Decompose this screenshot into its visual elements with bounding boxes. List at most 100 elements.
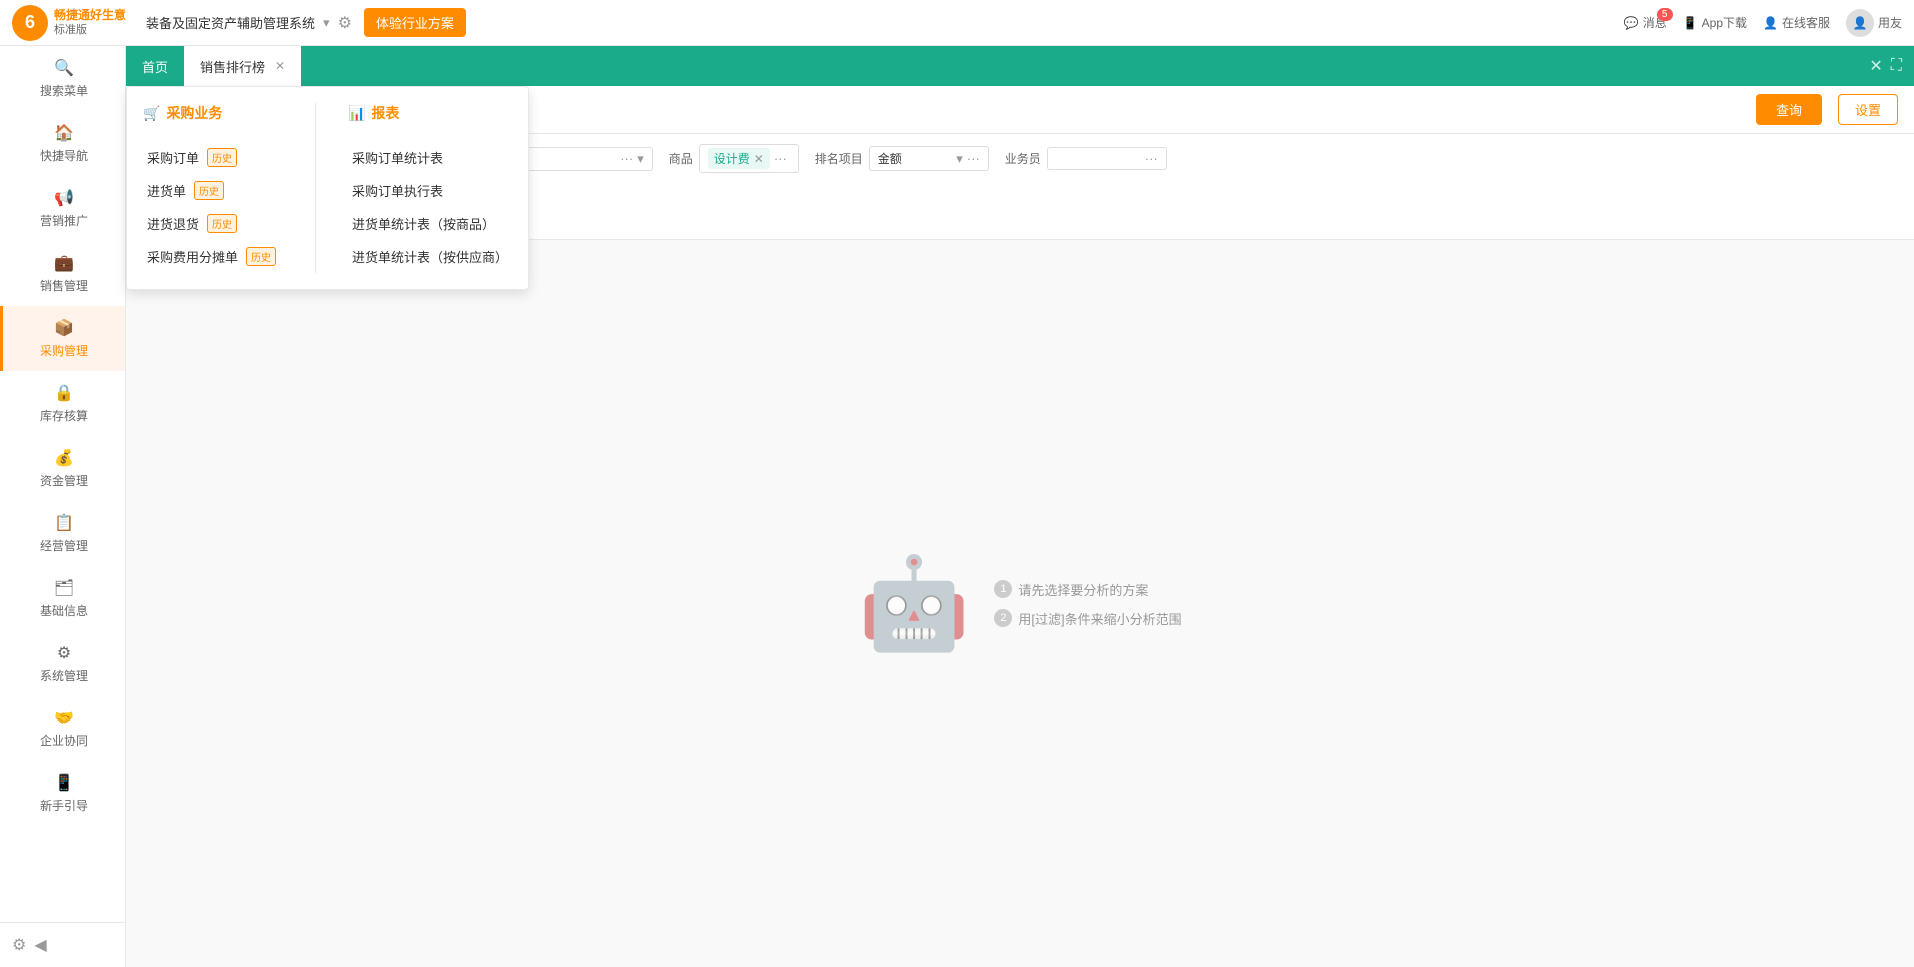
logo-icon: 6 (12, 5, 48, 41)
hist-badge-3: 历史 (246, 247, 276, 266)
sidebar-item-inventory[interactable]: 🔒 库存核算 (0, 371, 125, 436)
menu-item-purchase-order[interactable]: 采购订单 历史 (143, 141, 283, 174)
message-icon: 💬 (1624, 16, 1639, 30)
empty-state: 🤖 1 请先选择要分析的方案 2 用[过滤]条件来缩小分析范围 (858, 551, 1181, 656)
system-title: 装备及固定资产辅助管理系统 (146, 13, 315, 32)
purchase-section-icon: 🛒 (143, 105, 160, 122)
salesman-dots[interactable]: ··· (1145, 151, 1158, 166)
messages-badge: 5 (1657, 8, 1673, 21)
business-icon: 📋 (54, 513, 74, 533)
service-icon: 👤 (1763, 16, 1778, 30)
hint-1: 1 请先选择要分析的方案 (994, 580, 1181, 599)
sidebar-label-finance: 资金管理 (40, 472, 88, 489)
user-item[interactable]: 👤 用友 (1846, 9, 1902, 37)
logo-area: 6 畅捷通好生意 标准版 (12, 5, 126, 41)
sidebar-label-sales: 销售管理 (40, 277, 88, 294)
goods-tag-close[interactable]: ✕ (754, 152, 764, 166)
rank-value: 金额 (878, 150, 952, 167)
avatar: 👤 (1846, 9, 1874, 37)
logo-text: 畅捷通好生意 标准版 (54, 8, 126, 38)
goods-tag: 设计费 ✕ (708, 148, 770, 169)
doc-status-dropdown-icon[interactable]: ▾ (637, 151, 644, 167)
sidebar-item-enterprise[interactable]: 🤝 企业协同 (0, 696, 125, 761)
sidebar-label-enterprise: 企业协同 (40, 732, 88, 749)
hint-num-2: 2 (994, 609, 1012, 627)
top-bar-right: 💬 消息 5 📱 App下载 👤 在线客服 👤 用友 (1624, 9, 1902, 37)
report-section-title: 📊 报表 (348, 103, 512, 129)
purchase-section: 🛒 采购业务 采购订单 历史 进货单 历史 进货退货 历史 采购费用分摊单 历史 (143, 103, 283, 273)
tab-bar: 首页 销售排行榜 ✕ ✕ ⛶ (126, 46, 1914, 86)
marketing-icon: 📢 (54, 188, 74, 208)
sidebar-item-sales[interactable]: 💼 销售管理 (0, 241, 125, 306)
menu-item-order-summary[interactable]: 采购订单统计表 (348, 141, 512, 174)
rank-filter: 排名项目 金额 ▾ ··· (815, 146, 989, 171)
sidebar-item-basic[interactable]: 🗂 基础信息 (0, 566, 125, 631)
settings-button[interactable]: 设置 (1838, 94, 1898, 125)
sidebar-label-search: 搜索菜单 (40, 82, 88, 99)
sidebar-label-marketing: 营销推广 (40, 212, 88, 229)
doc-status-dots[interactable]: ··· (620, 151, 633, 166)
empty-illustration: 🤖 (858, 551, 970, 656)
tab-sales-rank[interactable]: 销售排行榜 ✕ (184, 46, 301, 86)
top-bar: 6 畅捷通好生意 标准版 装备及固定资产辅助管理系统 ▾ ⚙ 体验行业方案 💬 … (0, 0, 1914, 46)
menu-item-goods-summary[interactable]: 进货单统计表（按商品） (348, 207, 512, 240)
sales-icon: 💼 (54, 253, 74, 273)
rank-dropdown-icon[interactable]: ▾ (956, 151, 963, 167)
inventory-icon: 🔒 (54, 383, 74, 403)
salesman-label: 业务员 (1005, 150, 1041, 167)
sidebar-label-business: 经营管理 (40, 537, 88, 554)
sidebar-item-system[interactable]: ⚙ 系统管理 (0, 631, 125, 696)
avatar-icon: 👤 (1853, 16, 1868, 30)
tab-maximize-icon[interactable]: ⛶ (1891, 57, 1902, 75)
sidebar-label-basic: 基础信息 (40, 602, 88, 619)
tab-home[interactable]: 首页 (126, 46, 184, 86)
tab-close-icon[interactable]: ✕ (275, 59, 285, 73)
phone-icon: 📱 (1683, 16, 1698, 30)
sidebar-item-marketing[interactable]: 📢 营销推广 (0, 176, 125, 241)
goods-dots[interactable]: ··· (774, 151, 787, 166)
brand-name: 畅捷通好生意 (54, 8, 126, 24)
menu-item-order-exec[interactable]: 采购订单执行表 (348, 174, 512, 207)
menu-item-purchase-return[interactable]: 进货退货 历史 (143, 207, 283, 240)
menu-item-purchase-goods[interactable]: 进货单 历史 (143, 174, 283, 207)
industry-button[interactable]: 体验行业方案 (364, 8, 466, 37)
sidebar-label-quick-nav: 快捷导航 (40, 147, 88, 164)
tab-close-all-icon[interactable]: ✕ (1869, 56, 1882, 76)
sidebar-bottom: ⚙ ◀ (0, 922, 125, 967)
service-item[interactable]: 👤 在线客服 (1763, 14, 1830, 31)
sidebar-item-quick-nav[interactable]: 🏠 快捷导航 (0, 111, 125, 176)
query-button[interactable]: 查询 (1756, 94, 1822, 125)
menu-item-purchase-expense[interactable]: 采购费用分摊单 历史 (143, 240, 283, 273)
sidebar-item-purchase[interactable]: 📦 采购管理 (0, 306, 125, 371)
settings-icon[interactable]: ⚙ (338, 13, 352, 33)
menu-divider (315, 103, 316, 273)
purchase-section-title: 🛒 采购业务 (143, 103, 283, 129)
rank-dots[interactable]: ··· (967, 151, 980, 166)
sidebar-item-search[interactable]: 🔍 搜索菜单 (0, 46, 125, 111)
goods-label: 商品 (669, 150, 693, 167)
purchase-icon: 📦 (54, 318, 74, 338)
collapse-icon[interactable]: ◀ (34, 935, 46, 955)
enterprise-icon: 🤝 (54, 708, 74, 728)
hist-badge-0: 历史 (207, 148, 237, 167)
main-content: 🤖 1 请先选择要分析的方案 2 用[过滤]条件来缩小分析范围 (126, 240, 1914, 967)
sidebar-item-business[interactable]: 📋 经营管理 (0, 501, 125, 566)
brand-edition: 标准版 (54, 23, 126, 37)
hist-badge-2: 历史 (207, 214, 237, 233)
menu-item-supplier-summary[interactable]: 进货单统计表（按供应商） (348, 240, 512, 273)
app-download-item[interactable]: 📱 App下载 (1683, 14, 1747, 31)
report-section-icon: 📊 (348, 105, 365, 122)
sidebar-item-finance[interactable]: 💰 资金管理 (0, 436, 125, 501)
goods-filter: 商品 设计费 ✕ ··· (669, 144, 799, 173)
title-dropdown-icon[interactable]: ▾ (323, 15, 330, 31)
sidebar-item-guide[interactable]: 📱 新手引导 (0, 761, 125, 826)
hint-num-1: 1 (994, 580, 1012, 598)
salesman-filter: 业务员 ··· (1005, 147, 1167, 170)
tab-bar-actions: ✕ ⛶ (1869, 56, 1914, 76)
settings-bottom-icon[interactable]: ⚙ (12, 935, 26, 955)
tab-sales-rank-label: 销售排行榜 (200, 57, 265, 76)
sidebar-label-inventory: 库存核算 (40, 407, 88, 424)
user-label: 用友 (1878, 14, 1902, 31)
basic-icon: 🗂 (54, 578, 74, 598)
messages-item[interactable]: 💬 消息 5 (1624, 14, 1667, 31)
